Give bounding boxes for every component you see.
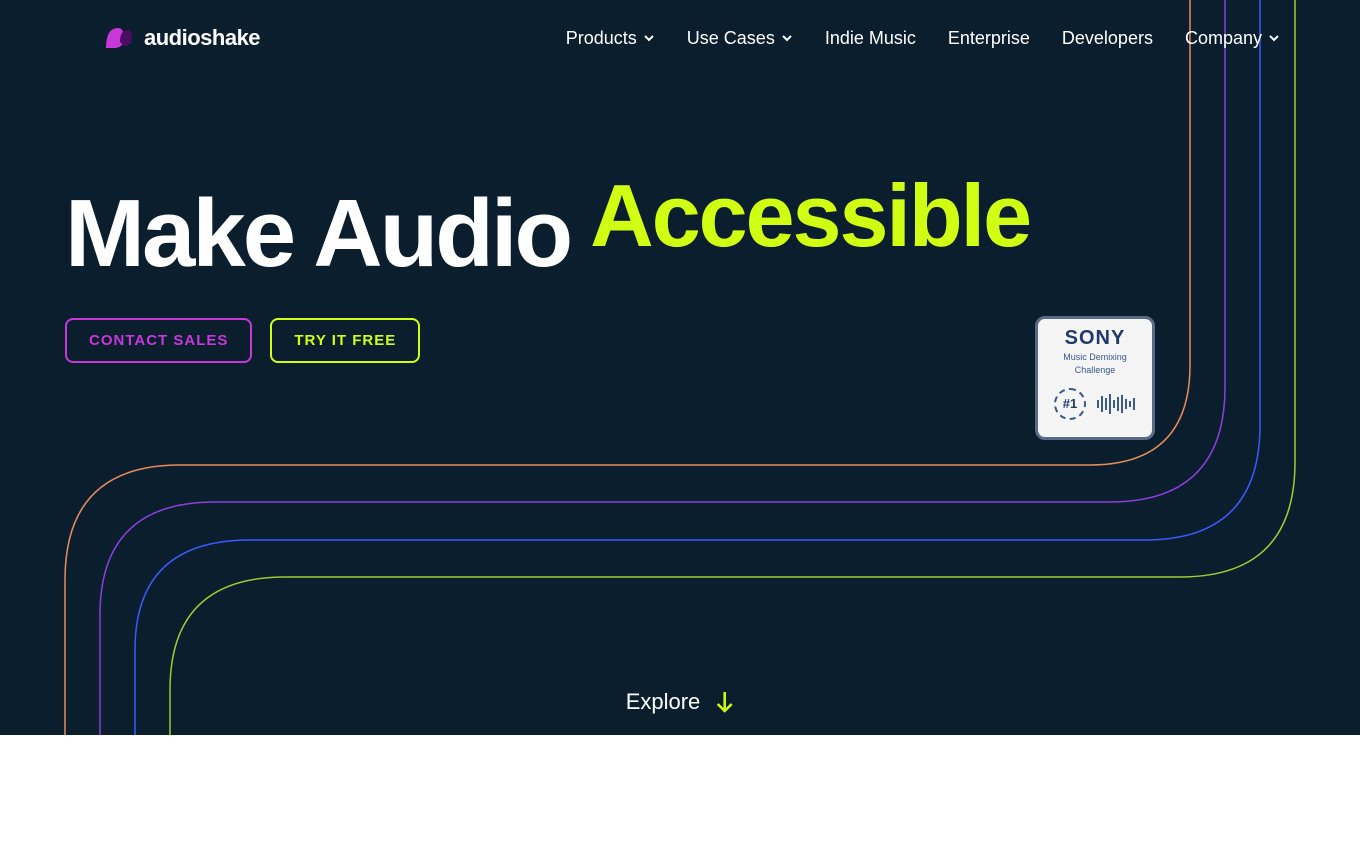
nav-item-developers[interactable]: Developers bbox=[1062, 28, 1153, 49]
nav-item-products[interactable]: Products bbox=[566, 28, 655, 49]
hero-dynamic-text: Accessible bbox=[590, 172, 1030, 260]
nav-item-indie-music[interactable]: Indie Music bbox=[825, 28, 916, 49]
explore-label: Explore bbox=[626, 689, 701, 715]
badge-footer: #1 bbox=[1054, 388, 1136, 420]
badge-subtitle-1: Music Demixing bbox=[1063, 352, 1127, 363]
chevron-down-icon bbox=[1268, 32, 1280, 44]
nav-item-enterprise[interactable]: Enterprise bbox=[948, 28, 1030, 49]
hero-heading: Make Audio Accessible bbox=[65, 186, 1295, 282]
hero-section: audioshake Products Use Cases Indie Musi… bbox=[0, 0, 1360, 735]
nav-label: Indie Music bbox=[825, 28, 916, 49]
logo[interactable]: audioshake bbox=[100, 20, 260, 56]
nav-label: Use Cases bbox=[687, 28, 775, 49]
logo-mark-icon bbox=[100, 20, 136, 56]
nav-label: Enterprise bbox=[948, 28, 1030, 49]
badge-subtitle-2: Challenge bbox=[1075, 365, 1116, 376]
chevron-down-icon bbox=[781, 32, 793, 44]
try-it-free-button[interactable]: TRY IT FREE bbox=[270, 318, 420, 363]
header: audioshake Products Use Cases Indie Musi… bbox=[0, 0, 1360, 76]
nav-label: Products bbox=[566, 28, 637, 49]
contact-sales-button[interactable]: CONTACT SALES bbox=[65, 318, 252, 363]
waveform-icon bbox=[1096, 392, 1136, 416]
badge-brand: SONY bbox=[1065, 327, 1126, 350]
chevron-down-icon bbox=[643, 32, 655, 44]
sony-badge: SONY Music Demixing Challenge #1 bbox=[1035, 316, 1155, 440]
hero-static-text: Make Audio bbox=[65, 186, 570, 282]
nav-item-use-cases[interactable]: Use Cases bbox=[687, 28, 793, 49]
main-nav: Products Use Cases Indie Music Enterpris… bbox=[566, 28, 1280, 49]
nav-label: Company bbox=[1185, 28, 1262, 49]
arrow-down-icon bbox=[714, 690, 734, 714]
below-fold-section bbox=[0, 735, 1360, 859]
logo-text: audioshake bbox=[144, 25, 260, 51]
badge-rank: #1 bbox=[1054, 388, 1086, 420]
explore-button[interactable]: Explore bbox=[626, 689, 735, 715]
nav-label: Developers bbox=[1062, 28, 1153, 49]
hero-content: Make Audio Accessible CONTACT SALES TRY … bbox=[0, 76, 1360, 363]
nav-item-company[interactable]: Company bbox=[1185, 28, 1280, 49]
